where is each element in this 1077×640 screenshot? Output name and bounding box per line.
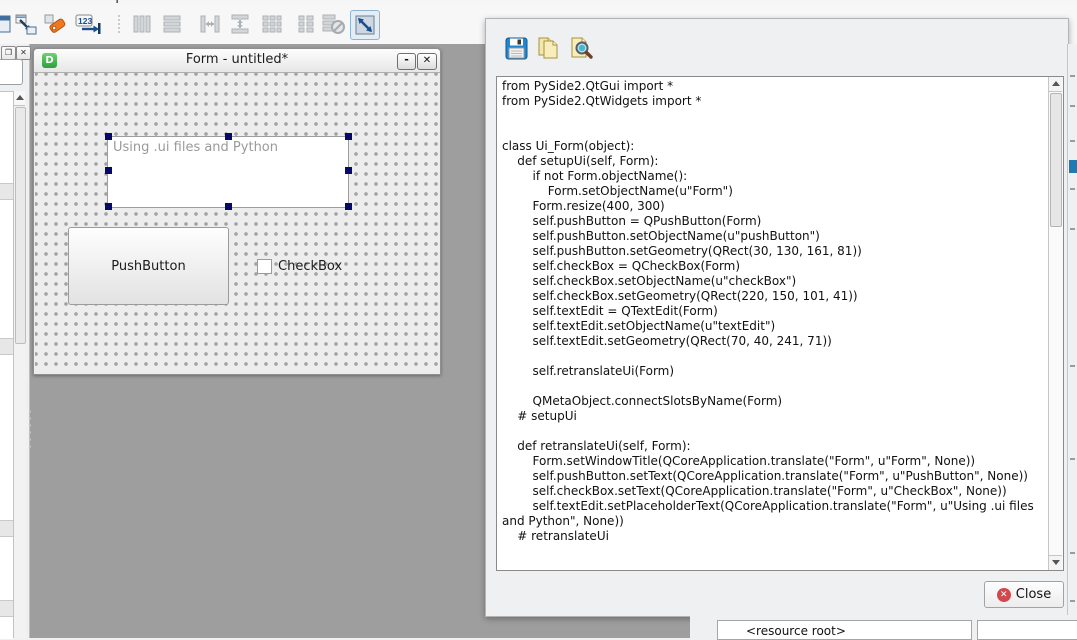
scroll-down-icon[interactable]: [1049, 555, 1062, 570]
toolbar-separator: [118, 14, 120, 34]
selection-handle-nw[interactable]: [105, 133, 112, 140]
code-preview-dialog: from PySide2.QtGui import * from PySide2…: [485, 18, 1069, 617]
menu-window[interactable]: Window: [28, 0, 79, 4]
widget-category-row[interactable]: [0, 520, 13, 537]
tree-branch-mark: [1070, 600, 1075, 602]
adjust-size-icon[interactable]: [350, 10, 380, 40]
form-editor-window: D Form - untitled* - ✕ Using .ui files a…: [33, 48, 441, 375]
resource-root-item[interactable]: <resource root>: [746, 624, 846, 638]
resource-tree[interactable]: <resource root>: [717, 620, 972, 640]
code-scrollbar[interactable]: [1048, 77, 1063, 570]
layout-horizontal-splitter-icon[interactable]: [196, 10, 224, 38]
checkbox-widget[interactable]: CheckBox: [257, 258, 342, 274]
widget-box-dock: ❐ ✕: [0, 44, 30, 638]
save-icon[interactable]: [502, 34, 530, 62]
minimize-button[interactable]: -: [397, 53, 416, 70]
tree-branch-mark: [1070, 458, 1075, 460]
dock-float-icon[interactable]: ❐: [1, 46, 16, 60]
selection-handle-s[interactable]: [225, 203, 232, 210]
widget-list[interactable]: [0, 91, 13, 639]
tree-branch-mark: [1070, 552, 1075, 554]
widget-list-scrollbar[interactable]: [13, 91, 26, 638]
selection-handle-w[interactable]: [105, 167, 112, 174]
svg-text:123: 123: [78, 16, 92, 26]
close-button[interactable]: ✕ Close: [984, 581, 1064, 608]
selection-handle-sw[interactable]: [105, 203, 112, 210]
tree-branch-mark: [1070, 140, 1075, 142]
code-view[interactable]: from PySide2.QtGui import * from PySide2…: [496, 76, 1064, 571]
edit-signals-slots-icon[interactable]: [12, 10, 40, 38]
layout-vertical-splitter-icon[interactable]: [226, 10, 254, 38]
layout-vertically-icon[interactable]: [158, 10, 186, 38]
scroll-up-icon[interactable]: [14, 91, 25, 106]
selected-row-sliver[interactable]: [1069, 160, 1077, 173]
widget-category-row[interactable]: [0, 338, 13, 355]
layout-horizontally-icon[interactable]: [128, 10, 156, 38]
selection-handle-e[interactable]: [345, 167, 352, 174]
widget-filter-input[interactable]: [0, 59, 23, 85]
tree-branch-mark: [1070, 75, 1075, 77]
scrollbar-thumb[interactable]: [1050, 93, 1062, 227]
edit-buddies-icon[interactable]: [42, 10, 70, 38]
selection-handle-ne[interactable]: [345, 133, 352, 140]
textedit-widget[interactable]: Using .ui files and Python: [107, 136, 349, 208]
checkbox-label: CheckBox: [278, 259, 342, 274]
tree-branch-mark: [1070, 365, 1075, 367]
tree-branch-mark: [1070, 105, 1075, 107]
resource-file-list[interactable]: [977, 620, 1077, 640]
checkbox-box[interactable]: [257, 259, 272, 274]
find-icon[interactable]: [568, 34, 596, 62]
form-canvas[interactable]: Using .ui files and Python PushButton Ch…: [35, 73, 439, 372]
resource-browser-dock: <resource root>: [690, 615, 1077, 638]
form-window-titlebar[interactable]: D Form - untitled* - ✕: [34, 49, 440, 73]
selection-handle-se[interactable]: [345, 203, 352, 210]
textedit-placeholder: Using .ui files and Python: [113, 140, 278, 155]
edit-tab-order-icon[interactable]: 123: [74, 10, 102, 38]
right-dock-strip: [1067, 44, 1077, 638]
close-window-button[interactable]: ✕: [417, 53, 437, 70]
scrollbar-thumb[interactable]: [15, 107, 26, 344]
selection-handle-n[interactable]: [225, 133, 232, 140]
form-window-title: Form - untitled*: [34, 52, 440, 67]
dock-close-icon[interactable]: ✕: [16, 46, 31, 60]
widget-category-row[interactable]: [0, 600, 13, 617]
layout-form-icon[interactable]: [292, 10, 320, 38]
tree-branch-mark: [1070, 228, 1075, 230]
close-button-label: Close: [1016, 587, 1051, 602]
tree-branch-mark: [1070, 188, 1075, 190]
break-layout-icon[interactable]: [320, 10, 348, 38]
pushbutton-widget[interactable]: PushButton: [68, 227, 229, 305]
widget-category-row[interactable]: [0, 183, 13, 200]
scroll-up-icon[interactable]: [1049, 77, 1062, 92]
menu-help[interactable]: Help: [94, 0, 124, 4]
close-red-icon: ✕: [997, 588, 1011, 602]
generated-python-code[interactable]: from PySide2.QtGui import * from PySide2…: [502, 79, 1047, 544]
layout-grid-icon[interactable]: [258, 10, 286, 38]
copy-icon[interactable]: [534, 34, 562, 62]
